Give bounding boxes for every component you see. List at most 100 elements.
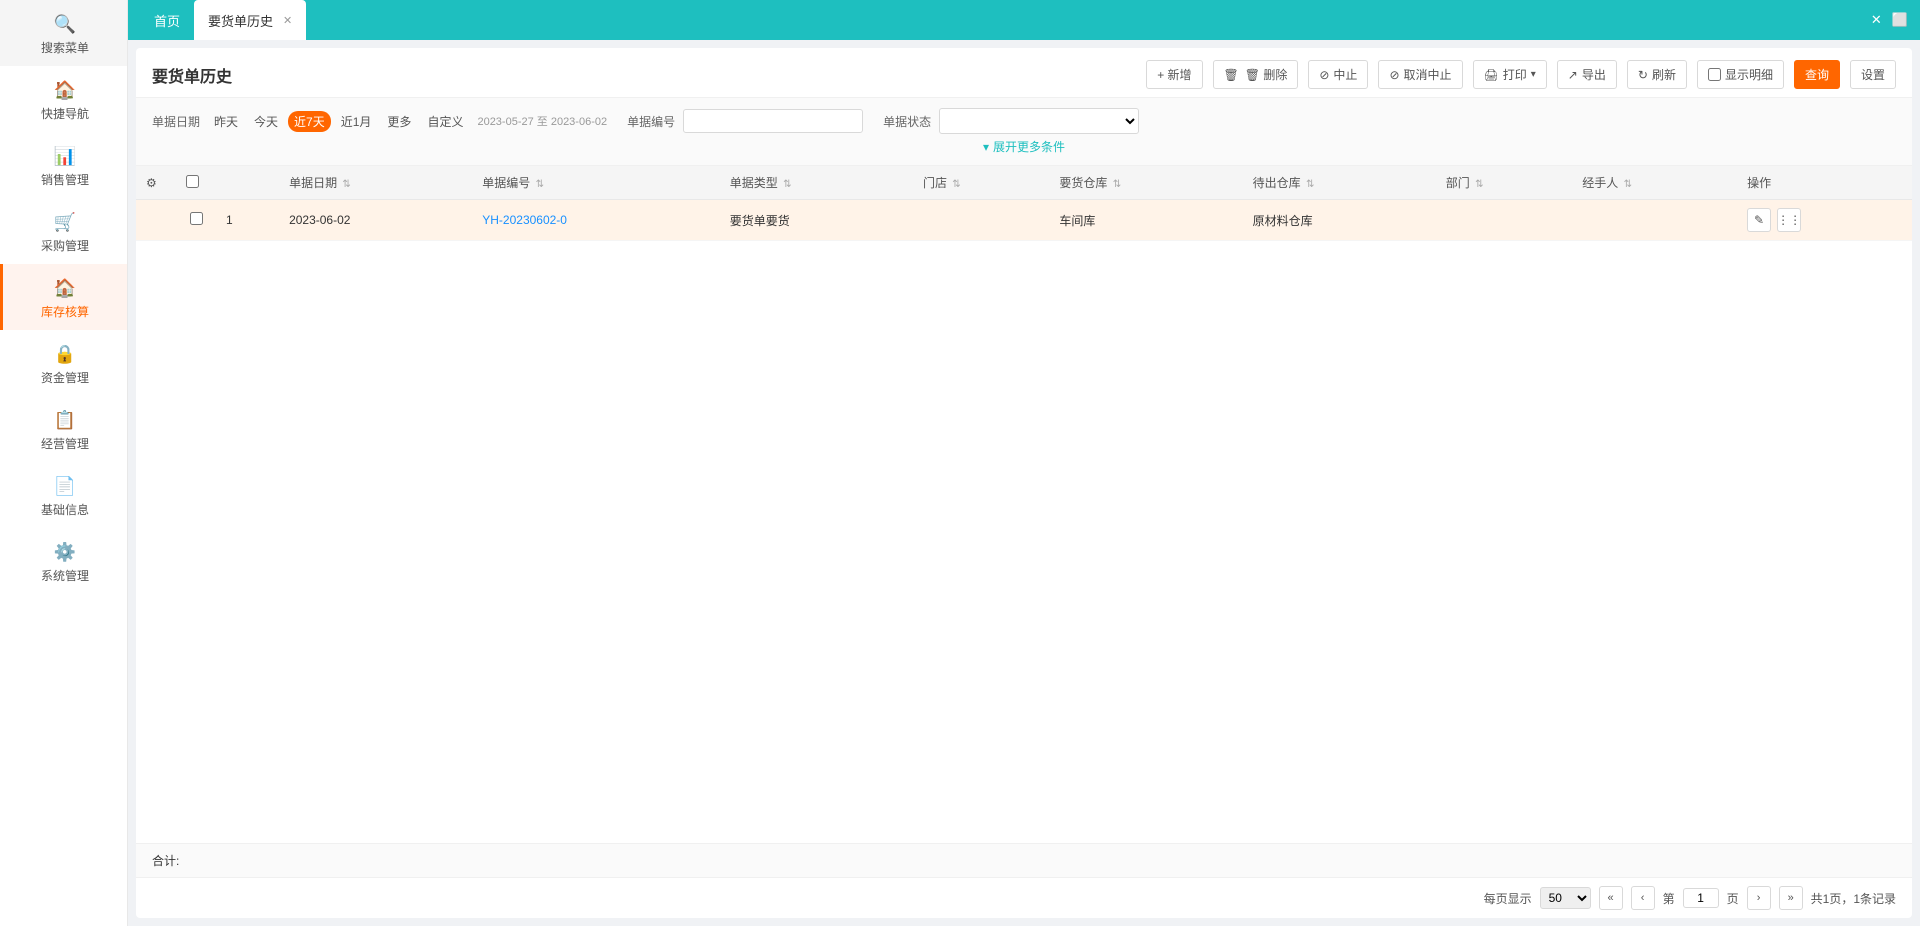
page-number-input[interactable] [1683, 888, 1719, 908]
table-body: 1 2023-06-02 YH-20230602-0 要货单要货 [136, 200, 1912, 241]
date-range-display: 2023-05-27 至 2023-06-02 [477, 113, 607, 129]
sidebar-item-label: 快捷导航 [41, 105, 89, 122]
sidebar-item-sys-mgmt[interactable]: ⚙️ 系统管理 [0, 528, 127, 594]
sidebar-item-search-menu[interactable]: 🔍 搜索菜单 [0, 0, 127, 66]
department-cell [1436, 200, 1572, 241]
date-btn-yesterday[interactable]: 昨天 [208, 111, 244, 132]
basic-info-icon: 📄 [54, 476, 76, 497]
row-detail-button[interactable]: ⋮⋮ [1777, 208, 1801, 232]
window-maximize-icon[interactable]: ⬜ [1892, 12, 1908, 28]
page-size-label: 每页显示 [1484, 890, 1532, 907]
refresh-button[interactable]: ↻ 刷新 [1627, 60, 1687, 89]
row-number: 1 [226, 213, 233, 227]
row-no-col-header [216, 166, 279, 200]
doc-no-sort-icon[interactable]: ⇅ [536, 179, 544, 190]
tab-home-label: 首页 [154, 11, 180, 30]
stop-button[interactable]: ⊘ 中止 [1308, 60, 1368, 89]
header-row: ⚙ 单据日期 ⇅ 单据编号 ⇅ [136, 166, 1912, 200]
date-btn-more[interactable]: 更多 [381, 111, 417, 132]
doc-date-cell: 2023-06-02 [279, 200, 472, 241]
date-btn-today[interactable]: 今天 [248, 111, 284, 132]
date-btn-custom[interactable]: 自定义 [421, 111, 469, 132]
sales-icon: 📊 [54, 146, 76, 167]
handler-col-header: 经手人 ⇅ [1572, 166, 1737, 200]
row-no-cell: 1 [216, 200, 279, 241]
export-icon: ↗ [1568, 68, 1578, 82]
sidebar-item-sales[interactable]: 📊 销售管理 [0, 132, 127, 198]
display-detail-label: 显示明细 [1725, 66, 1773, 83]
tab-requisition-history[interactable]: 要货单历史 ✕ [194, 0, 306, 40]
display-detail-input[interactable] [1708, 68, 1721, 81]
pending-warehouse-cell: 原材料仓库 [1243, 200, 1436, 241]
date-btn-7days[interactable]: 近7天 [288, 111, 331, 132]
last-page-btn[interactable]: » [1779, 886, 1803, 910]
next-page-btn[interactable]: › [1747, 886, 1771, 910]
finance-icon: 🔒 [54, 344, 76, 365]
doc-date-sort-icon[interactable]: ⇅ [342, 179, 350, 190]
row-checkbox[interactable] [190, 212, 203, 225]
cancel-stop-button[interactable]: ⊘ 取消中止 [1378, 60, 1462, 89]
sidebar-item-label: 系统管理 [41, 567, 89, 584]
page-label-prefix: 第 [1663, 890, 1675, 907]
pending-warehouse-col-header: 待出仓库 ⇅ [1243, 166, 1436, 200]
table-settings-icon[interactable]: ⚙ [146, 176, 157, 190]
sidebar-item-label: 基础信息 [41, 501, 89, 518]
first-page-btn[interactable]: « [1599, 886, 1623, 910]
table-row: 1 2023-06-02 YH-20230602-0 要货单要货 [136, 200, 1912, 241]
new-button[interactable]: + 新增 [1146, 60, 1202, 89]
settings-button[interactable]: 设置 [1850, 60, 1896, 89]
delete-button[interactable]: 🗑 🗑 删除 [1213, 60, 1299, 89]
store-col-header: 门店 ⇅ [913, 166, 1049, 200]
page-header: 要货单历史 + 新增 🗑 🗑 删除 ⊘ 中止 ⊘ 取消中止 🖨 打印 [136, 48, 1912, 98]
sidebar-item-finance[interactable]: 🔒 资金管理 [0, 330, 127, 396]
pending-warehouse-sort-icon[interactable]: ⇅ [1306, 179, 1314, 190]
sidebar-item-ops[interactable]: 📋 经营管理 [0, 396, 127, 462]
table-footer: 合计: [136, 843, 1912, 877]
prev-page-btn[interactable]: ‹ [1631, 886, 1655, 910]
sum-label: 合计: [152, 854, 179, 868]
pagination-area: 每页显示 50 20 100 « ‹ 第 页 › » 共1页，1条记录 [136, 877, 1912, 918]
sidebar-item-quick-nav[interactable]: 🏠 快捷导航 [0, 66, 127, 132]
window-close-icon[interactable]: ✕ [1871, 12, 1882, 28]
handler-sort-icon[interactable]: ⇅ [1624, 179, 1632, 190]
department-sort-icon[interactable]: ⇅ [1475, 179, 1483, 190]
display-detail-checkbox[interactable]: 显示明细 [1697, 60, 1784, 89]
doc-no-link[interactable]: YH-20230602-0 [482, 213, 567, 227]
expand-more-btn[interactable]: ▾ 展开更多条件 [152, 134, 1896, 155]
sidebar-item-inventory[interactable]: 🏠 库存核算 [0, 264, 127, 330]
store-sort-icon[interactable]: ⇅ [952, 179, 960, 190]
date-filter-group: 单据日期 昨天 今天 近7天 近1月 更多 自定义 2023-05-27 至 2… [152, 111, 607, 132]
sidebar-item-basic-info[interactable]: 📄 基础信息 [0, 462, 127, 528]
req-warehouse-sort-icon[interactable]: ⇅ [1113, 179, 1121, 190]
doc-no-input[interactable] [683, 109, 863, 133]
doc-no-col-header: 单据编号 ⇅ [472, 166, 720, 200]
select-all-checkbox[interactable] [186, 175, 199, 188]
table-area: ⚙ 单据日期 ⇅ 单据编号 ⇅ [136, 166, 1912, 843]
print-button[interactable]: 🖨 打印 ▾ [1473, 60, 1547, 89]
page-size-select[interactable]: 50 20 100 [1540, 887, 1591, 909]
export-button[interactable]: ↗ 导出 [1557, 60, 1617, 89]
status-select[interactable] [939, 108, 1139, 134]
req-warehouse-cell: 车间库 [1049, 200, 1242, 241]
row-edit-button[interactable]: ✎ [1747, 208, 1771, 232]
sidebar-item-purchase[interactable]: 🛒 采购管理 [0, 198, 127, 264]
tab-close-icon[interactable]: ✕ [283, 14, 292, 27]
doc-type-sort-icon[interactable]: ⇅ [783, 179, 791, 190]
refresh-icon: ↻ [1638, 68, 1648, 82]
status-label: 单据状态 [883, 113, 931, 130]
toolbar: + 新增 🗑 🗑 删除 ⊘ 中止 ⊘ 取消中止 🖨 打印 ▾ [1146, 60, 1896, 89]
quick-nav-icon: 🏠 [54, 80, 76, 101]
actions-col-header: 操作 [1737, 166, 1912, 200]
doc-date-header-label: 单据日期 [289, 176, 337, 190]
actions-cell: ✎ ⋮⋮ [1737, 200, 1912, 241]
topbar-right: ✕ ⬜ [1871, 12, 1908, 28]
filter-area: 单据日期 昨天 今天 近7天 近1月 更多 自定义 2023-05-27 至 2… [136, 98, 1912, 166]
tab-home[interactable]: 首页 [140, 0, 194, 40]
stop-icon: ⊘ [1319, 68, 1329, 82]
date-btn-1month[interactable]: 近1月 [335, 111, 378, 132]
tab-requisition-label: 要货单历史 [208, 11, 273, 30]
data-table: ⚙ 单据日期 ⇅ 单据编号 ⇅ [136, 166, 1912, 241]
sidebar-item-label: 采购管理 [41, 237, 89, 254]
query-button[interactable]: 查询 [1794, 60, 1840, 89]
doc-no-label: 单据编号 [627, 113, 675, 130]
